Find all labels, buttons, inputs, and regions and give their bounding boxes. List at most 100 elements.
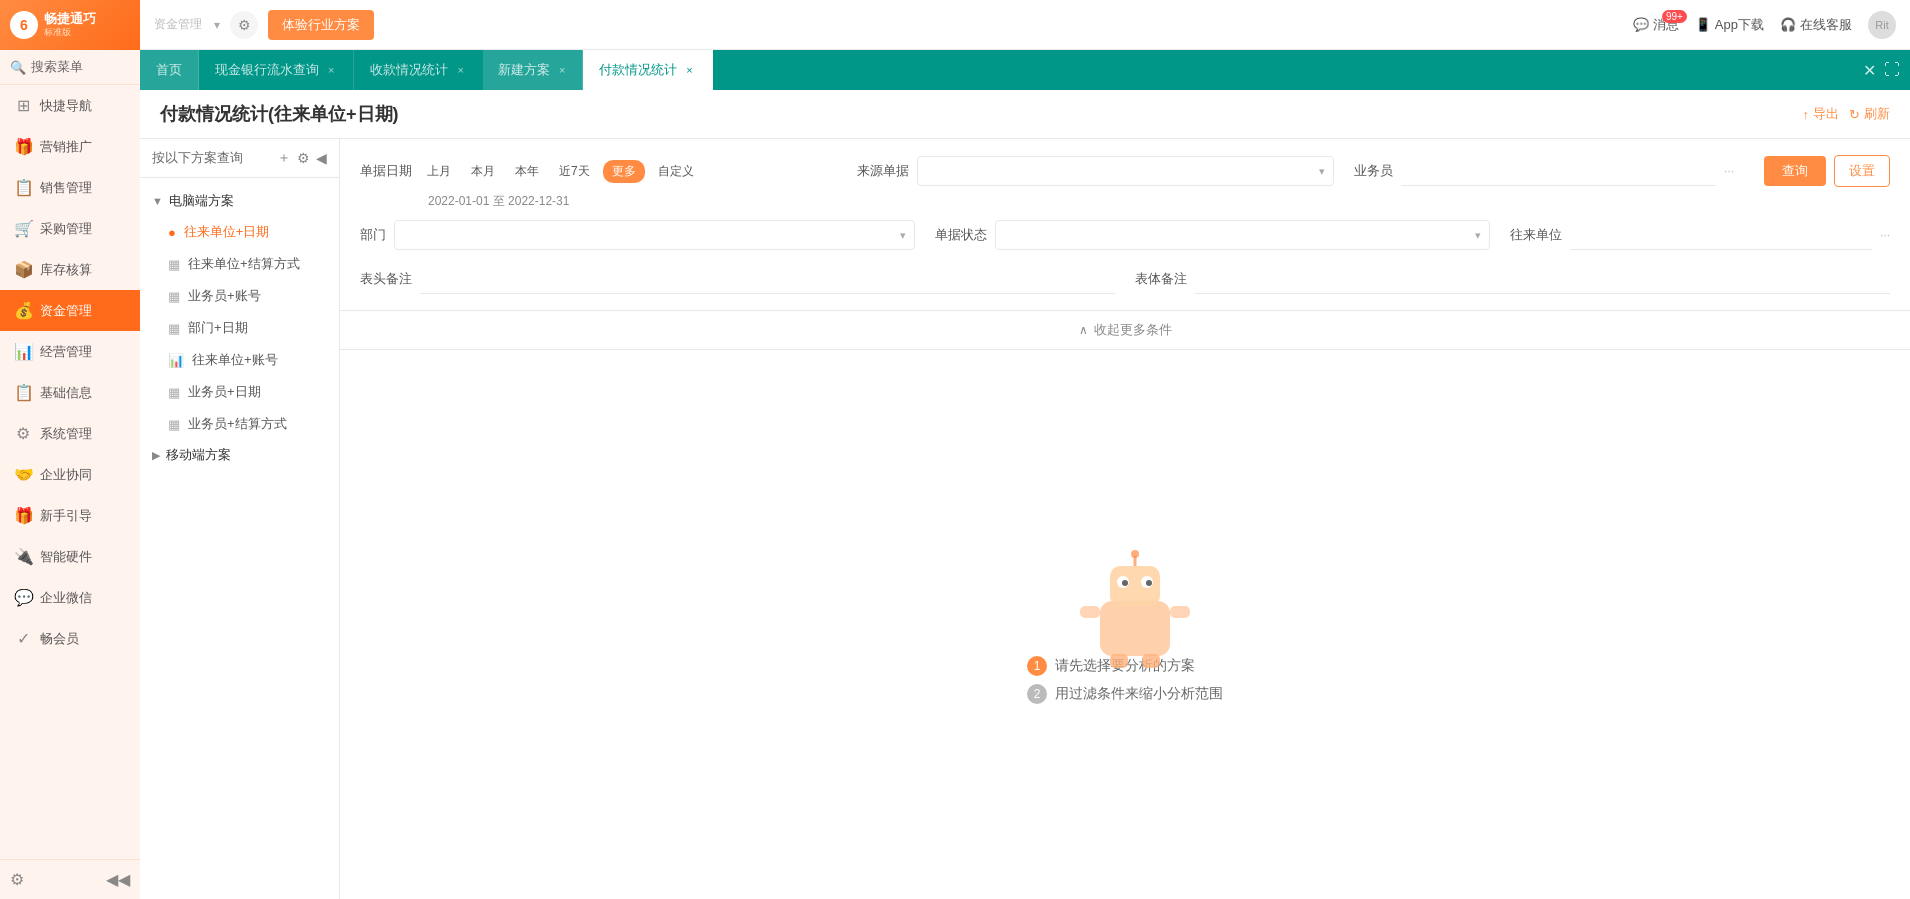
sidebar-item-marketing[interactable]: 🎁 营销推广 [0,126,140,167]
tab-home[interactable]: 首页 [140,50,199,90]
scheme-item-staff-account[interactable]: ▦ 业务员+账号 [140,280,339,312]
header-note-input[interactable] [420,264,1115,294]
page-header: 付款情况统计(往来单位+日期) ↑ 导出 ↻ 刷新 [140,90,1910,139]
search-menu[interactable]: 🔍 搜索菜单 [0,50,140,85]
scheme-item-icon-3: ▦ [168,321,180,336]
staff-dots: ··· [1724,164,1734,178]
scheme-item-staff-date[interactable]: ▦ 业务员+日期 [140,376,339,408]
tab-close-bank[interactable]: × [325,63,337,77]
sidebar-item-hardware[interactable]: 🔌 智能硬件 [0,536,140,577]
source-select[interactable]: ▾ [917,156,1334,186]
sidebar-item-capital[interactable]: 💰 资金管理 [0,290,140,331]
system-icon: ⚙ [14,424,32,443]
sidebar-item-wechat[interactable]: 💬 企业微信 [0,577,140,618]
close-all-tabs-btn[interactable]: ✕ [1863,61,1876,80]
scheme-item-staff-settle[interactable]: ▦ 业务员+结算方式 [140,408,339,440]
date-range-text: 2022-01-01 至 2022-12-31 [428,193,569,210]
trial-button[interactable]: 体验行业方案 [268,10,374,40]
basic-icon: 📋 [14,383,32,402]
collapse-more-btn[interactable]: ∧ 收起更多条件 [340,311,1910,350]
scheme-add-btn[interactable]: ＋ [277,149,291,167]
settings-button[interactable]: 设置 [1834,155,1890,187]
svg-point-5 [1146,580,1152,586]
sidebar-item-member[interactable]: ✓ 畅会员 [0,618,140,659]
date-opt-custom[interactable]: 自定义 [651,160,701,183]
maximize-btn[interactable]: ⛶ [1884,61,1900,79]
breadcrumb: 资金管理 [154,16,202,33]
scheme-group-pc-header[interactable]: ▼ 电脑端方案 [140,186,339,216]
filter-field-date: 单据日期 上月 本月 本年 近7天 更多 自定义 [360,160,837,183]
user-avatar[interactable]: Rit [1868,11,1896,39]
dept-select[interactable]: ▾ [394,220,915,250]
date-opt-more[interactable]: 更多 [603,160,645,183]
doc-status-select-arrow: ▾ [1475,229,1481,242]
sidebar: 6 畅捷通巧 标准版 🔍 搜索菜单 ⊞ 快捷导航 🎁 营销推广 📋 销售管理 🛒… [0,0,140,899]
search-icon: 🔍 [10,60,26,75]
tab-new-scheme[interactable]: 新建方案 × [484,50,583,90]
tab-payments[interactable]: 付款情况统计 × [583,50,712,90]
message-icon: 💬 [1633,17,1649,32]
headset-icon: 🎧 [1780,17,1796,32]
tab-bank[interactable]: 现金银行流水查询 × [199,50,354,90]
body-note-input[interactable] [1195,264,1890,294]
date-opt-this-month[interactable]: 本月 [464,160,502,183]
tab-receipts[interactable]: 收款情况统计 × [354,50,483,90]
partner-input[interactable] [1570,220,1872,250]
sidebar-gear-icon[interactable]: ⚙ [10,870,24,889]
sidebar-item-purchase[interactable]: 🛒 采购管理 [0,208,140,249]
filter-field-partner: 往来单位 ··· [1510,220,1890,250]
filter-row-2: 部门 ▾ 单据状态 ▾ [360,220,1890,250]
settings-icon-btn[interactable]: ⚙ [230,11,258,39]
date-opt-last-month[interactable]: 上月 [420,160,458,183]
date-label: 单据日期 [360,162,412,180]
phone-icon: 📱 [1695,17,1711,32]
refresh-btn[interactable]: ↻ 刷新 [1849,105,1890,123]
scheme-item-partner-account[interactable]: 📊 往来单位+账号 [140,344,339,376]
tab-close-payments[interactable]: × [683,63,695,77]
purchase-icon: 🛒 [14,219,32,238]
tab-close-receipts[interactable]: × [454,63,466,77]
dept-label: 部门 [360,226,386,244]
staff-input[interactable] [1401,156,1716,186]
scheme-item-partner-date[interactable]: ● 往来单位+日期 [140,216,339,248]
sidebar-item-basic[interactable]: 📋 基础信息 [0,372,140,413]
date-opt-last-7[interactable]: 近7天 [552,160,597,183]
sidebar-item-quick-nav[interactable]: ⊞ 快捷导航 [0,85,140,126]
scheme-group-pc: ▼ 电脑端方案 ● 往来单位+日期 ▦ 往来单位+结算方式 ▦ [140,186,339,440]
sidebar-nav: ⊞ 快捷导航 🎁 营销推广 📋 销售管理 🛒 采购管理 📦 库存核算 💰 资金管… [0,85,140,859]
date-opt-this-year[interactable]: 本年 [508,160,546,183]
topbar-right: 💬 消息 99+ 📱 App下载 🎧 在线客服 Rit [1633,11,1896,39]
doc-status-select[interactable]: ▾ [995,220,1490,250]
topbar: 资金管理 ▾ ⚙ 体验行业方案 💬 消息 99+ 📱 App下载 🎧 在线客服 … [140,0,1910,50]
sidebar-item-enterprise[interactable]: 🤝 企业协同 [0,454,140,495]
scheme-item-dept-date[interactable]: ▦ 部门+日期 [140,312,339,344]
sidebar-item-sales[interactable]: 📋 销售管理 [0,167,140,208]
sidebar-bottom: ⚙ ◀◀ [0,859,140,899]
filter-field-header-note: 表头备注 [360,264,1115,294]
sales-icon: 📋 [14,178,32,197]
scheme-group-mobile-header[interactable]: ▶ 移动端方案 [140,440,339,470]
sidebar-item-system[interactable]: ⚙ 系统管理 [0,413,140,454]
sidebar-item-business[interactable]: 📊 经营管理 [0,331,140,372]
sidebar-collapse-icon[interactable]: ◀◀ [106,870,130,889]
tab-close-new-scheme[interactable]: × [556,63,568,77]
sidebar-item-guide[interactable]: 🎁 新手引导 [0,495,140,536]
sidebar-item-inventory[interactable]: 📦 库存核算 [0,249,140,290]
online-service-btn[interactable]: 🎧 在线客服 [1780,16,1852,34]
step-2-text: 用过滤条件来缩小分析范围 [1055,685,1223,703]
scheme-settings-btn[interactable]: ⚙ [297,150,310,166]
export-btn[interactable]: ↑ 导出 [1803,105,1840,123]
query-button[interactable]: 查询 [1764,156,1826,186]
filter-field-staff: 业务员 ··· [1354,156,1734,186]
scheme-item-partner-settle[interactable]: ▦ 往来单位+结算方式 [140,248,339,280]
empty-state: 1 请先选择要分析的方案 2 用过滤条件来缩小分析范围 [340,350,1910,899]
notification-btn[interactable]: 💬 消息 99+ [1633,16,1679,34]
scheme-collapse-btn[interactable]: ◀ [316,150,327,166]
app-download-btn[interactable]: 📱 App下载 [1695,16,1764,34]
breadcrumb-dropdown-icon[interactable]: ▾ [214,18,220,32]
page-actions: ↑ 导出 ↻ 刷新 [1803,105,1891,123]
scheme-group-pc-arrow: ▼ [152,195,163,207]
step-num-1: 1 [1027,656,1047,676]
filter-field-doc-status: 单据状态 ▾ [935,220,1490,250]
marketing-icon: 🎁 [14,137,32,156]
